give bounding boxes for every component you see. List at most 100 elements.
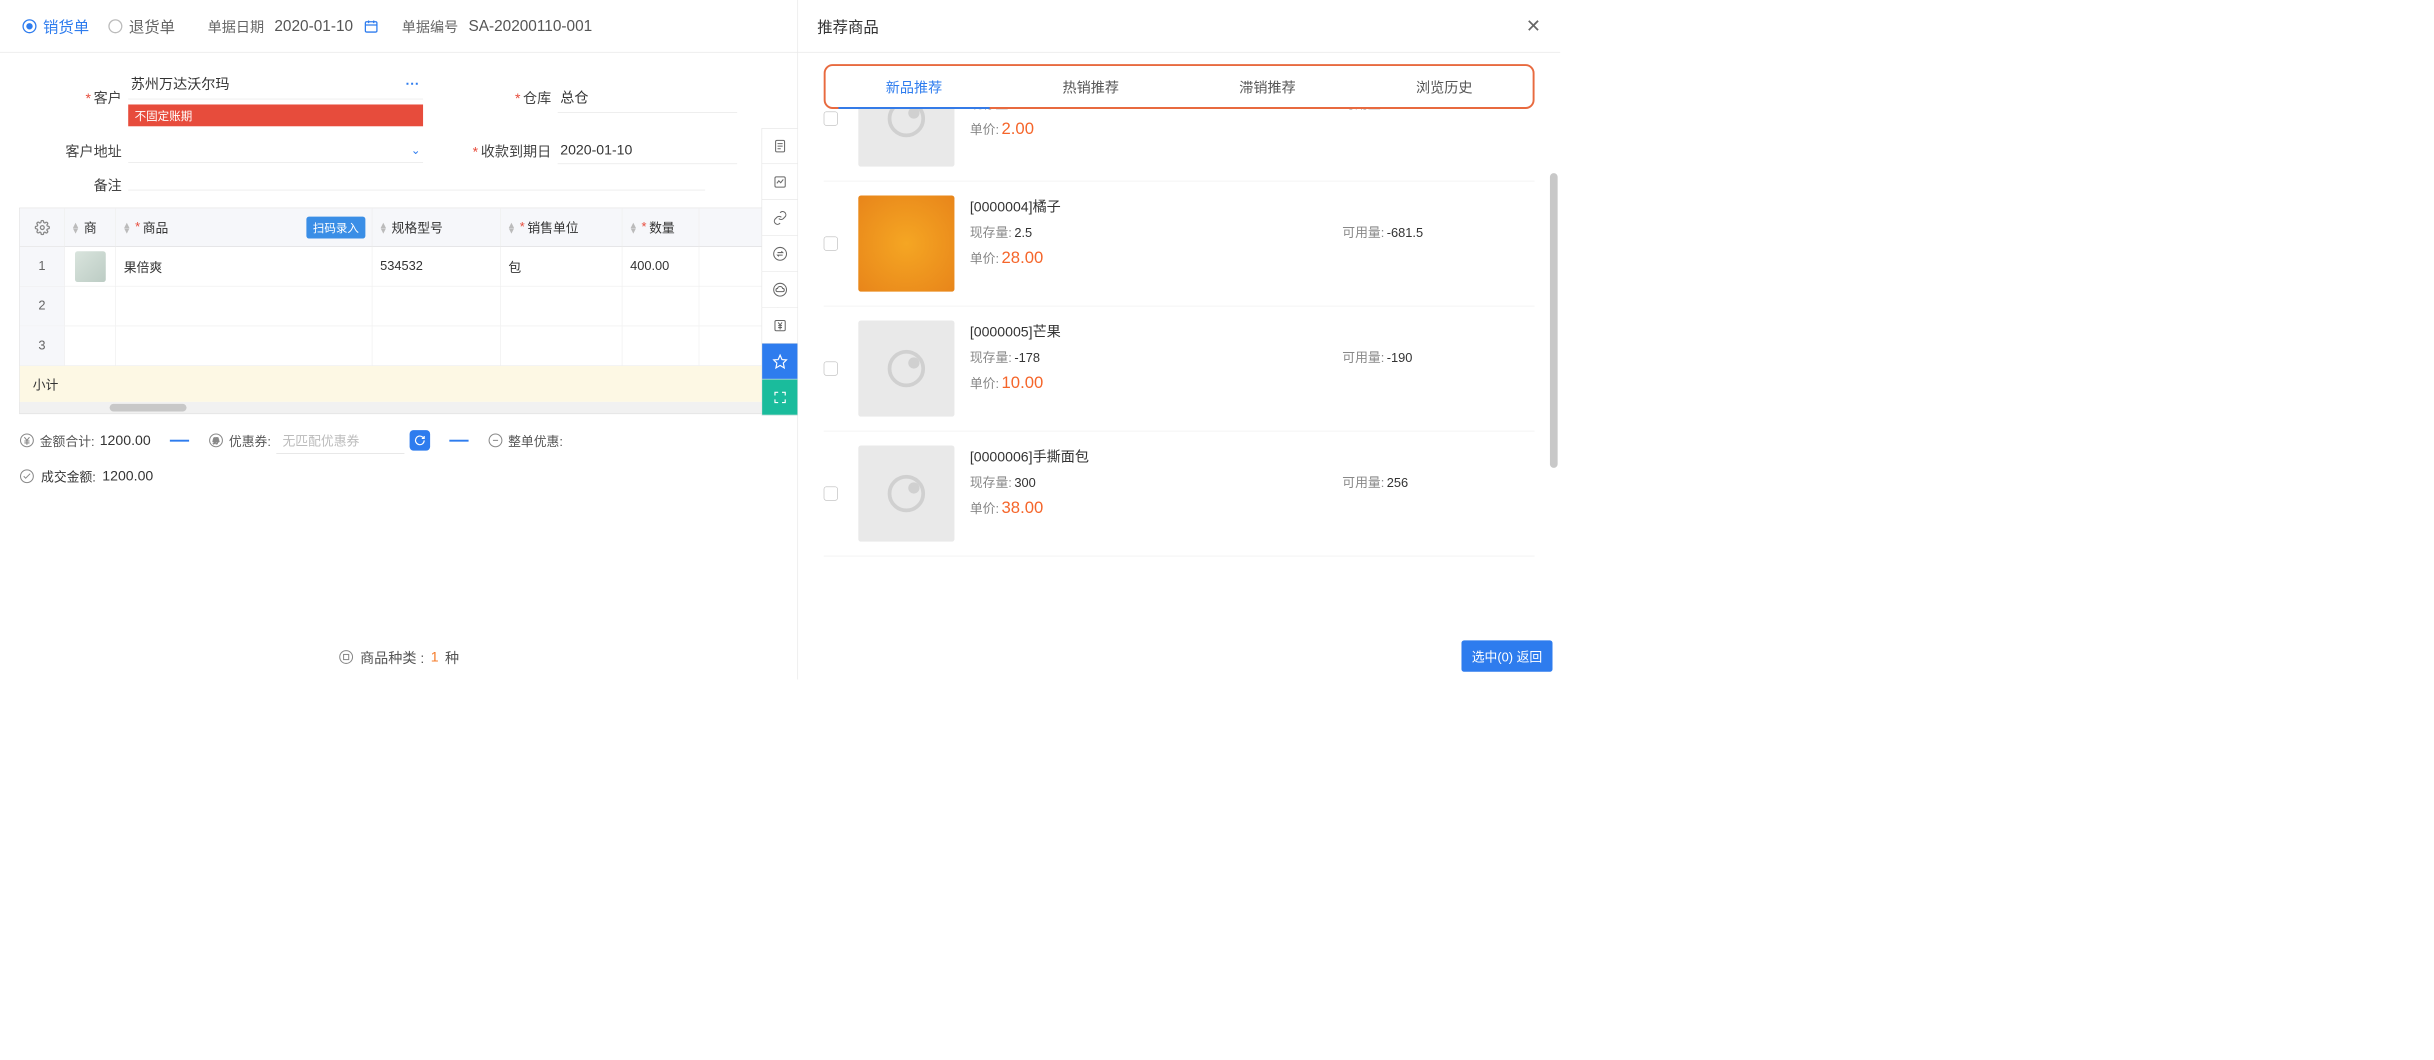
tab-slow-recommend[interactable]: 滞销推荐 xyxy=(1179,66,1356,107)
duedate-label: 收款到期日 xyxy=(481,143,552,159)
dock-link-icon[interactable] xyxy=(762,200,798,236)
dock-chart-icon[interactable] xyxy=(762,164,798,200)
dock-exchange-icon[interactable] xyxy=(762,236,798,272)
doc-type-tabs: 销货单 退货单 单据日期 2020-01-10 单据编号 SA-20200110… xyxy=(0,0,797,53)
stock-value: 300 xyxy=(1014,476,1035,490)
goods-type-icon xyxy=(338,649,353,664)
price-value: 28.00 xyxy=(1002,247,1044,266)
minus-icon xyxy=(449,439,468,441)
doc-date-label: 单据日期 xyxy=(208,16,264,37)
minus-icon xyxy=(170,439,189,441)
dock-doc-icon[interactable] xyxy=(762,128,798,164)
grid-row[interactable]: 3 xyxy=(20,326,778,366)
price-value: 2.00 xyxy=(1002,119,1034,138)
recommend-item[interactable]: [0000005]芒果 现存量: -178 可用量: -190 单价: 10.0… xyxy=(824,306,1535,431)
recommend-list: 250ml 现存量: 19952 可用量: 19903 单价: 2.00 [00… xyxy=(798,109,1560,679)
tab-return-order[interactable]: 退货单 xyxy=(108,15,175,37)
customer-term-tag: 不固定账期 xyxy=(128,104,423,126)
col-qty[interactable]: ▲▼*数量 xyxy=(622,208,699,246)
item-checkbox[interactable] xyxy=(824,362,838,376)
remark-label: 备注 xyxy=(94,178,122,194)
avail-value: -681.5 xyxy=(1387,226,1423,240)
stock-label: 现存量: xyxy=(970,226,1012,240)
product-thumb[interactable] xyxy=(75,251,106,282)
doc-no-value: SA-20200110-001 xyxy=(468,17,592,35)
stock-label: 现存量: xyxy=(970,476,1012,490)
price-label: 单价: xyxy=(970,377,999,391)
price-value: 10.00 xyxy=(1002,372,1044,391)
avail-label: 可用量: xyxy=(1342,109,1384,112)
item-name: [0000005]芒果 xyxy=(970,321,1535,342)
stock-value: 19952 xyxy=(1014,109,1050,112)
price-label: 单价: xyxy=(970,252,999,266)
item-checkbox[interactable] xyxy=(824,237,838,251)
recommend-item[interactable]: [0000004]橘子 现存量: 2.5 可用量: -681.5 单价: 28.… xyxy=(824,181,1535,306)
warehouse-value[interactable]: 总仓 xyxy=(560,87,588,108)
stock-value: -178 xyxy=(1014,351,1040,365)
close-icon[interactable]: ✕ xyxy=(1526,15,1541,36)
row-index: 2 xyxy=(20,287,65,326)
coupon-refresh-button[interactable] xyxy=(409,430,430,451)
recommend-item[interactable]: 250ml 现存量: 19952 可用量: 19903 单价: 2.00 xyxy=(824,109,1535,181)
dock-star-icon[interactable] xyxy=(762,344,798,380)
avail-label: 可用量: xyxy=(1342,351,1384,365)
item-thumb xyxy=(858,109,954,167)
tab-hot-recommend[interactable]: 热销推荐 xyxy=(1002,66,1179,107)
grid-row[interactable]: 1 果倍爽 534532 包 400.00 xyxy=(20,247,778,287)
scan-entry-button[interactable]: 扫码录入 xyxy=(306,216,365,238)
grid-row[interactable]: 2 xyxy=(20,287,778,327)
coupon-label: 优惠券: xyxy=(229,431,271,450)
tab-sales-order[interactable]: 销货单 xyxy=(22,15,89,37)
col-image[interactable]: ▲▼商 xyxy=(65,208,116,246)
row-index: 1 xyxy=(20,247,65,286)
grid-settings-icon[interactable] xyxy=(20,208,65,246)
deal-amount-value: 1200.00 xyxy=(102,468,153,485)
items-grid: ▲▼商 ▲▼*商品 扫码录入 ▲▼规格型号 ▲▼*销售单位 ▲▼*数量 1 果倍… xyxy=(19,208,778,414)
grid-h-scrollbar[interactable] xyxy=(20,402,778,414)
doc-date-value[interactable]: 2020-01-10 xyxy=(274,17,353,35)
deal-icon xyxy=(19,468,34,483)
dock-cloud-icon[interactable] xyxy=(762,272,798,308)
calendar-icon[interactable] xyxy=(363,18,378,33)
row-index: 3 xyxy=(20,326,65,365)
yen-circle-icon xyxy=(19,433,34,448)
tab-new-recommend[interactable]: 新品推荐 xyxy=(826,66,1003,107)
discount-icon xyxy=(488,433,503,448)
footer-label: 商品种类 : xyxy=(360,647,424,668)
recommend-item[interactable]: [0000006]手撕面包 现存量: 300 可用量: 256 单价: 38.0… xyxy=(824,431,1535,556)
price-label: 单价: xyxy=(970,123,999,137)
panel-title: 推荐商品 xyxy=(817,15,879,37)
cell-unit[interactable]: 包 xyxy=(501,247,623,286)
tab-return-label: 退货单 xyxy=(129,15,175,37)
col-unit[interactable]: ▲▼*销售单位 xyxy=(501,208,623,246)
customer-value[interactable]: 苏州万达沃尔玛 xyxy=(131,73,230,94)
cell-spec[interactable]: 534532 xyxy=(372,247,500,286)
address-label: 客户地址 xyxy=(65,143,121,159)
cell-qty[interactable]: 400.00 xyxy=(622,247,699,286)
coupon-input[interactable]: 无匹配优惠券 xyxy=(276,427,404,454)
footer-count: 1 xyxy=(431,649,439,666)
deal-amount-label: 成交金额: xyxy=(41,467,96,486)
coupon-icon: 券 xyxy=(208,433,223,448)
avail-value: -190 xyxy=(1387,351,1413,365)
panel-tabs: 新品推荐 热销推荐 滞销推荐 浏览历史 xyxy=(824,64,1535,109)
dock-expand-icon[interactable] xyxy=(762,379,798,415)
warehouse-label: 仓库 xyxy=(523,90,551,106)
duedate-value[interactable]: 2020-01-10 xyxy=(560,142,632,159)
tab-browse-history[interactable]: 浏览历史 xyxy=(1356,66,1533,107)
select-return-button[interactable]: 选中(0) 返回 xyxy=(1461,640,1552,671)
address-chevron-icon[interactable]: ⌄ xyxy=(411,143,421,156)
panel-scrollbar[interactable] xyxy=(1550,173,1558,468)
col-spec[interactable]: ▲▼规格型号 xyxy=(372,208,500,246)
item-thumb xyxy=(858,321,954,417)
avail-value: 256 xyxy=(1387,476,1408,490)
col-product[interactable]: ▲▼*商品 扫码录入 xyxy=(116,208,372,246)
amount-total-value: 1200.00 xyxy=(100,432,151,449)
subtotal-label: 小计 xyxy=(20,366,116,402)
cell-name[interactable]: 果倍爽 xyxy=(116,247,372,286)
item-checkbox[interactable] xyxy=(824,112,838,126)
dock-yen-icon[interactable] xyxy=(762,308,798,344)
item-checkbox[interactable] xyxy=(824,487,838,501)
customer-picker-icon[interactable]: ⋯ xyxy=(405,75,420,92)
stock-label: 现存量: xyxy=(970,351,1012,365)
